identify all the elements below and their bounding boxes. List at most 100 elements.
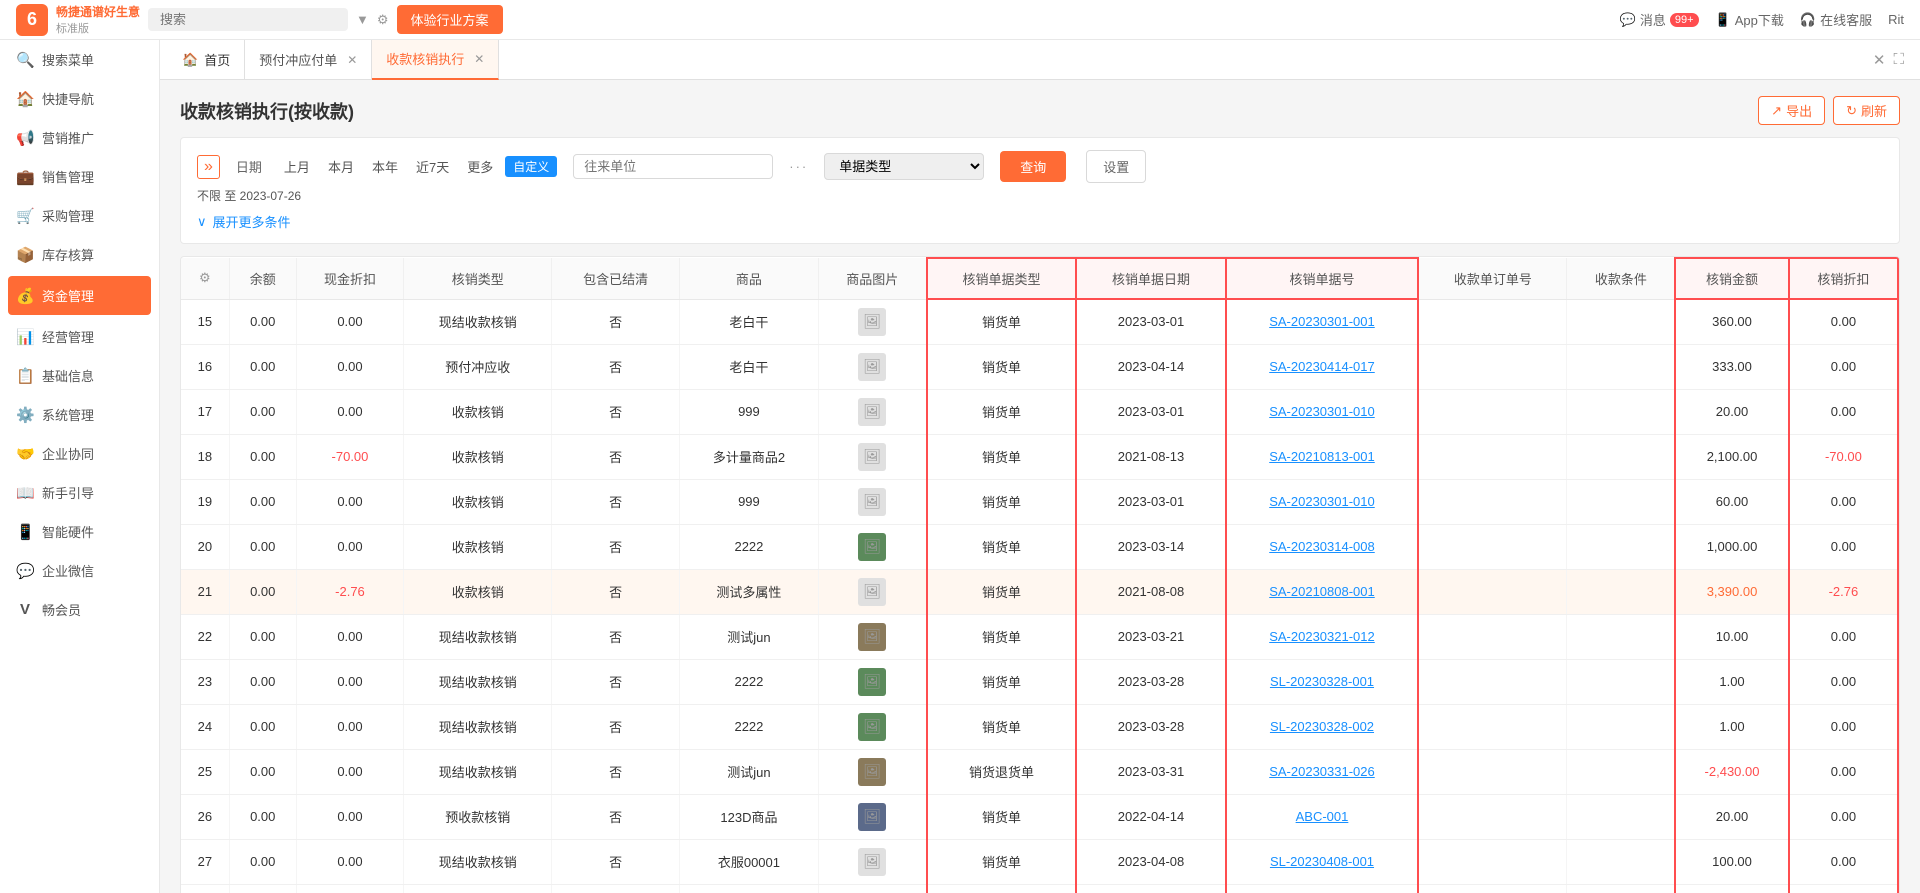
table-row: 18 0.00 -70.00 收款核销 否 多计量商品2 🖼 销货单 2021-… [181,434,1898,479]
cell-cash-discount: 0.00 [296,344,403,389]
message-badge: 99+ [1670,13,1699,27]
cell-cancel-doc-no[interactable]: ABC-001 [1226,794,1418,839]
refresh-button[interactable]: ↻ 刷新 [1833,96,1900,125]
cell-cancel-doc-no[interactable]: SA-20210808-001 [1226,569,1418,614]
sidebar-item-system[interactable]: ⚙️ 系统管理 [0,395,159,434]
cell-cancel-doc-no[interactable]: SA-20230321-012 [1226,614,1418,659]
doc-no-link[interactable]: SA-20230301-001 [1269,314,1375,329]
tab-prepaid[interactable]: 预付冲应付单 ✕ [245,40,372,80]
cell-receipt-condition [1567,299,1675,344]
cell-cancel-doc-type: 销货单 [927,344,1077,389]
query-button[interactable]: 查询 [1000,151,1066,182]
partner-input[interactable] [573,154,773,179]
sidebar-item-inventory[interactable]: 📦 库存核算 [0,235,159,274]
sidebar-item-enterprise[interactable]: 🤝 企业协同 [0,434,159,473]
cell-cancel-doc-no[interactable]: SL-20230328-001 [1226,659,1418,704]
doc-no-link[interactable]: SA-20210813-001 [1269,449,1375,464]
date-btn-more[interactable]: 更多 [461,155,499,178]
cell-cancel-doc-no[interactable]: SA-20230314-008 [1226,524,1418,569]
dropdown-arrow[interactable]: ▼ [356,12,369,27]
cell-cancel-amount: 20.00 [1675,794,1789,839]
table-row: 27 0.00 0.00 现结收款核销 否 衣服00001 🖼 销货单 2023… [181,839,1898,884]
cell-no: 28 [181,884,229,893]
cell-no: 19 [181,479,229,524]
sidebar-item-sales[interactable]: 💼 销售管理 [0,157,159,196]
doc-no-link[interactable]: SL-20230408-001 [1270,854,1374,869]
solution-button[interactable]: 体验行业方案 [397,5,503,34]
date-btn-last-month[interactable]: 上月 [278,155,316,178]
doc-no-link[interactable]: SL-20230328-002 [1270,719,1374,734]
sidebar-item-operation[interactable]: 📊 经营管理 [0,317,159,356]
cell-cancel-doc-type: 销货单 [927,299,1077,344]
cell-receipt-condition [1567,344,1675,389]
sidebar-item-marketing[interactable]: 📢 营销推广 [0,118,159,157]
sidebar-item-newbie[interactable]: 📖 新手引导 [0,473,159,512]
cell-receipt-order-no [1418,299,1567,344]
sidebar-item-member[interactable]: V 畅会员 [0,590,159,629]
filter-expand-btn[interactable]: » [197,155,220,179]
cell-include-settled: 否 [552,569,680,614]
export-icon: ↗ [1771,103,1782,119]
cell-cancel-doc-no[interactable]: SA-20210813-001 [1226,434,1418,479]
message-item[interactable]: 💬 消息 99+ [1620,10,1699,29]
sales-icon: 💼 [16,168,34,186]
sidebar-item-search-menu[interactable]: 🔍 搜索菜单 [0,40,159,79]
cell-goods-img: 🖼 [818,299,926,344]
date-btn-custom[interactable]: 自定义 [505,156,557,177]
cell-cancel-doc-no[interactable]: SA-20230301-010 [1226,389,1418,434]
date-btn-this-month[interactable]: 本月 [322,155,360,178]
cell-goods: 老白干 [679,344,818,389]
th-cancel-type: 核销类型 [404,258,552,299]
tab-receipt-cancel[interactable]: 收款核销执行 ✕ [372,40,499,80]
top-search-input[interactable] [148,8,348,31]
cell-cash-discount: 0.00 [296,749,403,794]
cell-cancel-doc-no[interactable]: SA-20230331-026 [1226,749,1418,794]
main-layout: 🔍 搜索菜单 🏠 快捷导航 📢 营销推广 💼 销售管理 🛒 采购管理 📦 库存核… [0,40,1920,893]
cell-cancel-doc-no[interactable]: SA-20230301-001 [1226,299,1418,344]
sidebar-item-wechat[interactable]: 💬 企业微信 [0,551,159,590]
doc-no-link[interactable]: SL-20230328-001 [1270,674,1374,689]
table-row: 19 0.00 0.00 收款核销 否 999 🖼 销货单 2023-03-01… [181,479,1898,524]
cell-cancel-amount: 10.00 [1675,614,1789,659]
cell-cancel-doc-no[interactable]: SA-20230414-017 [1226,344,1418,389]
sidebar-item-finance[interactable]: 💰 资金管理 [8,276,151,315]
sidebar-label-inventory: 库存核算 [42,245,94,264]
tab-receipt-cancel-close[interactable]: ✕ [474,52,484,66]
cell-cancel-doc-no[interactable]: SL-20230328-002 [1226,704,1418,749]
tab-expand-icon[interactable]: ⛶ [1893,51,1904,69]
cell-balance: 0.00 [229,569,296,614]
column-settings-icon[interactable]: ⚙ [199,270,211,285]
sidebar-item-basic-info[interactable]: 📋 基础信息 [0,356,159,395]
tab-home[interactable]: 🏠 首页 [168,40,245,80]
doc-no-link[interactable]: SA-20210808-001 [1269,584,1375,599]
doc-no-link[interactable]: SA-20230321-012 [1269,629,1375,644]
doc-no-link[interactable]: SA-20230331-026 [1269,764,1375,779]
tab-prepaid-close[interactable]: ✕ [347,53,357,67]
tab-close-icon[interactable]: ✕ [1873,51,1886,69]
cell-balance: 0.00 [229,659,296,704]
sidebar-item-smart-hw[interactable]: 📱 智能硬件 [0,512,159,551]
doc-no-link[interactable]: SA-20230314-008 [1269,539,1375,554]
online-service-item[interactable]: 🎧 在线客服 [1800,10,1872,29]
settings-icon[interactable]: ⚙ [377,12,389,28]
date-btn-this-year[interactable]: 本年 [366,155,404,178]
doc-no-link[interactable]: SA-20230414-017 [1269,359,1375,374]
cell-cancel-doc-no[interactable]: SA-20230301-010 [1226,479,1418,524]
receipt-type-select[interactable]: 单据类型 [824,153,984,180]
sidebar-item-quick-nav[interactable]: 🏠 快捷导航 [0,79,159,118]
export-button[interactable]: ↗ 导出 [1758,96,1825,125]
app-download-item[interactable]: 📱 App下载 [1715,10,1784,29]
sidebar-item-purchase[interactable]: 🛒 采购管理 [0,196,159,235]
date-btn-7days[interactable]: 近7天 [410,155,455,178]
doc-no-link[interactable]: SA-20230301-010 [1269,404,1375,419]
doc-no-link[interactable]: SA-20230301-010 [1269,494,1375,509]
th-settings[interactable]: ⚙ [181,258,229,299]
cell-cancel-doc-no[interactable]: SL-20230408-001 [1226,839,1418,884]
user-item[interactable]: Rit [1888,12,1904,27]
cell-cancel-amount: 333.00 [1675,344,1789,389]
doc-no-link[interactable]: ABC-001 [1296,809,1349,824]
expand-conditions-row[interactable]: ∨ 展开更多条件 [197,212,1883,231]
cell-cancel-type: 现结收款核销 [404,659,552,704]
settings-button[interactable]: 设置 [1086,150,1146,183]
cell-cancel-doc-no[interactable]: SL-20230418-001 [1226,884,1418,893]
